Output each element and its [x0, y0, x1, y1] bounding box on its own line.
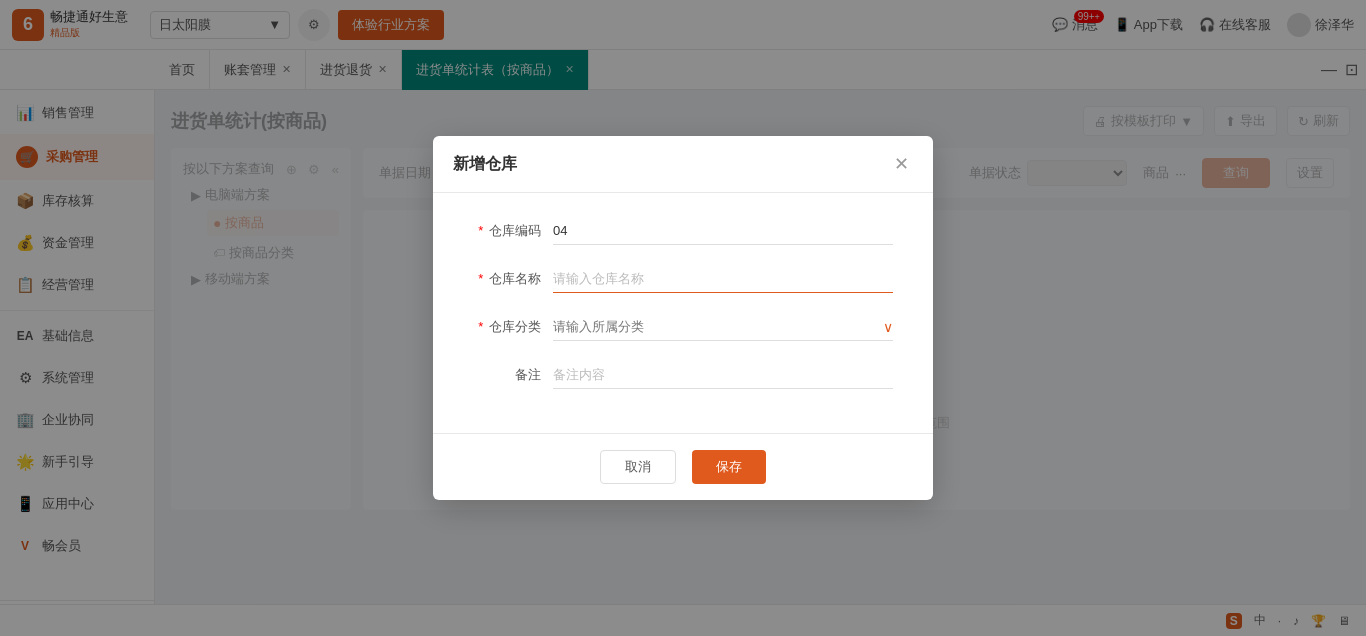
- code-required-star: *: [478, 223, 483, 238]
- code-input[interactable]: [553, 217, 893, 245]
- modal-overlay: 新增仓库 ✕ * 仓库编码 * 仓库名称: [0, 0, 1366, 636]
- save-button[interactable]: 保存: [692, 450, 766, 484]
- cancel-button[interactable]: 取消: [600, 450, 676, 484]
- category-required-star: *: [478, 319, 483, 334]
- code-label: * 仓库编码: [473, 222, 553, 240]
- category-select-wrap: ∨: [553, 313, 893, 341]
- form-row-code: * 仓库编码: [473, 217, 893, 245]
- form-row-note: 备注: [473, 361, 893, 389]
- note-input[interactable]: [553, 361, 893, 389]
- name-required-star: *: [478, 271, 483, 286]
- name-label: * 仓库名称: [473, 270, 553, 288]
- category-label: * 仓库分类: [473, 318, 553, 336]
- category-dropdown-icon: ∨: [883, 319, 893, 335]
- form-row-name: * 仓库名称: [473, 265, 893, 293]
- modal-header: 新增仓库 ✕: [433, 136, 933, 193]
- modal-close-button[interactable]: ✕: [889, 152, 913, 176]
- modal-footer: 取消 保存: [433, 433, 933, 500]
- note-label: 备注: [473, 366, 553, 384]
- modal-body: * 仓库编码 * 仓库名称 * 仓库分类: [433, 193, 933, 433]
- modal-title: 新增仓库: [453, 154, 517, 175]
- add-warehouse-modal: 新增仓库 ✕ * 仓库编码 * 仓库名称: [433, 136, 933, 500]
- category-select[interactable]: [553, 313, 893, 341]
- form-row-category: * 仓库分类 ∨: [473, 313, 893, 341]
- name-input[interactable]: [553, 265, 893, 293]
